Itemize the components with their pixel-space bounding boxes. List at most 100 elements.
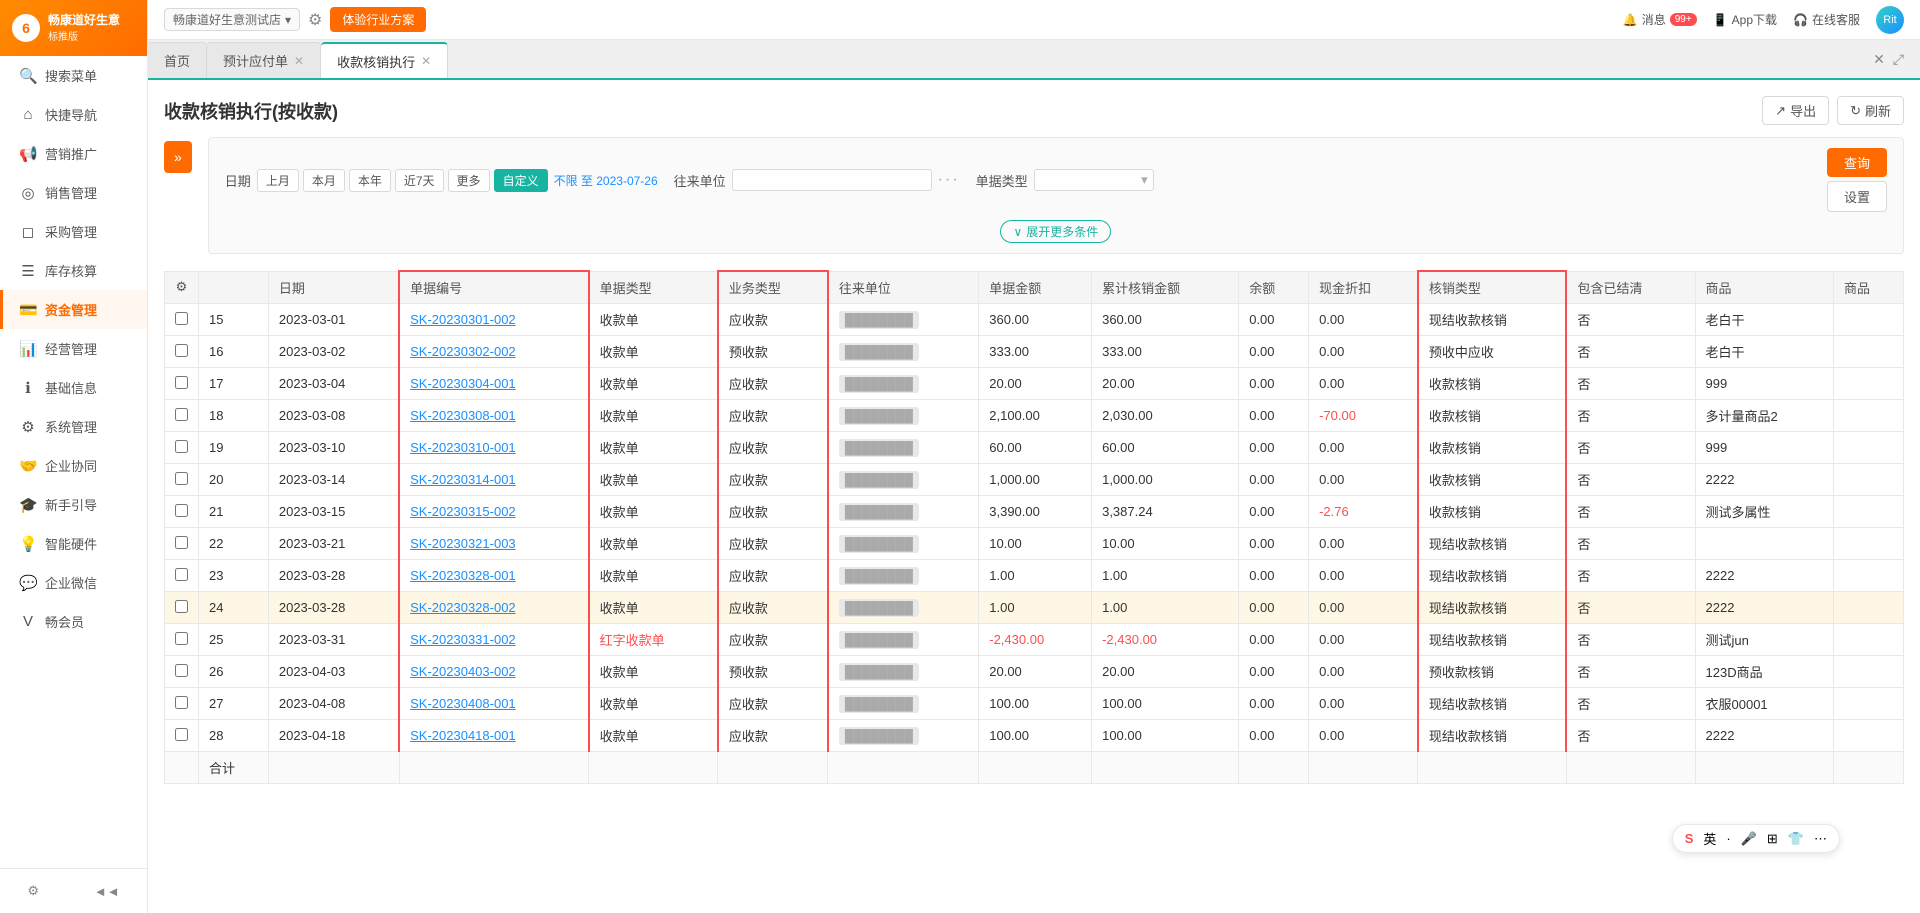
sidebar-item-operation[interactable]: 📊 经营管理 [0, 329, 147, 368]
summary-cell-2 [268, 752, 399, 784]
voucher-link[interactable]: SK-20230331-002 [410, 632, 516, 647]
cell-cash-discount: 0.00 [1309, 432, 1418, 464]
row-checkbox[interactable] [175, 600, 188, 613]
sidebar-item-basic[interactable]: ℹ 基础信息 [0, 368, 147, 407]
cell-checkbox [165, 304, 199, 336]
cell-partner: ████████ [828, 656, 979, 688]
this-year-btn[interactable]: 本年 [349, 169, 391, 192]
row-checkbox[interactable] [175, 536, 188, 549]
sidebar-item-search[interactable]: 🔍 搜索菜单 [0, 56, 147, 95]
cell-partner: ████████ [828, 464, 979, 496]
sidebar-item-system[interactable]: ⚙ 系统管理 [0, 407, 147, 446]
cell-seq: 24 [199, 592, 269, 624]
filter-settings-button[interactable]: 设置 [1827, 181, 1887, 212]
sidebar-item-member[interactable]: V 畅会员 [0, 602, 147, 641]
sidebar-collapse-btn[interactable]: ◄◄ [84, 878, 130, 905]
voucher-link[interactable]: SK-20230418-001 [410, 728, 516, 743]
row-checkbox[interactable] [175, 696, 188, 709]
table-row: 192023-03-10SK-20230310-001收款单应收款███████… [165, 432, 1904, 464]
row-checkbox[interactable] [175, 632, 188, 645]
row-checkbox[interactable] [175, 664, 188, 677]
voucher-link[interactable]: SK-20230408-001 [410, 696, 516, 711]
notification-bell[interactable]: 🔔 消息 99+ [1623, 11, 1697, 28]
voucher-link[interactable]: SK-20230308-001 [410, 408, 516, 423]
app-download-label: App下载 [1732, 11, 1777, 28]
row-checkbox[interactable] [175, 440, 188, 453]
voucher-link[interactable]: SK-20230302-002 [410, 344, 516, 359]
expand-tab-icon[interactable]: ⤢ [1893, 51, 1904, 68]
refresh-icon: ↻ [1850, 103, 1861, 119]
tab-close-pre-apply[interactable]: ✕ [294, 54, 304, 68]
voucher-link[interactable]: SK-20230314-001 [410, 472, 516, 487]
sidebar-item-inventory[interactable]: ☰ 库存核算 [0, 251, 147, 290]
custom-date-btn[interactable]: 自定义 [494, 169, 548, 192]
row-checkbox[interactable] [175, 728, 188, 741]
cell-voucher-type: 收款单 [589, 560, 718, 592]
tab-pre-apply[interactable]: 预计应付单✕ [207, 42, 321, 78]
row-checkbox[interactable] [175, 568, 188, 581]
refresh-button[interactable]: ↻ 刷新 [1837, 96, 1904, 125]
cell-biz-type: 应收款 [718, 560, 828, 592]
row-checkbox[interactable] [175, 344, 188, 357]
cell-cash-discount: 0.00 [1309, 720, 1418, 752]
expand-toggle-btn[interactable]: » [164, 141, 192, 173]
sidebar-label-operation: 经营管理 [45, 339, 97, 358]
sidebar-item-finance[interactable]: 💳 资金管理 [0, 290, 147, 329]
sidebar-item-guide[interactable]: 🎓 新手引导 [0, 485, 147, 524]
close-tab-icon[interactable]: ✕ [1873, 51, 1885, 68]
solution-button[interactable]: 体验行业方案 [330, 7, 426, 32]
voucher-link[interactable]: SK-20230301-002 [410, 312, 516, 327]
sidebar-icon-search: 🔍 [19, 67, 37, 85]
sidebar-icon-finance: 💳 [19, 301, 37, 319]
row-checkbox[interactable] [175, 408, 188, 421]
tab-close-receipt-verify[interactable]: ✕ [421, 54, 431, 68]
last-month-btn[interactable]: 上月 [257, 169, 299, 192]
cell-amount: 1,000.00 [979, 464, 1092, 496]
voucher-link[interactable]: SK-20230403-002 [410, 664, 516, 679]
sidebar-item-purchase[interactable]: ◻ 采购管理 [0, 212, 147, 251]
cell-product2 [1834, 528, 1904, 560]
voucher-link[interactable]: SK-20230304-001 [410, 376, 516, 391]
row-checkbox[interactable] [175, 376, 188, 389]
cell-partner: ████████ [828, 336, 979, 368]
cell-product2 [1834, 624, 1904, 656]
cell-biz-type: 应收款 [718, 368, 828, 400]
sidebar-settings-btn[interactable]: ⚙ [17, 877, 49, 905]
voucher-link[interactable]: SK-20230321-003 [410, 536, 516, 551]
cell-biz-type: 应收款 [718, 432, 828, 464]
sidebar-item-hardware[interactable]: 💡 智能硬件 [0, 524, 147, 563]
cell-amount: -2,430.00 [979, 624, 1092, 656]
user-avatar[interactable]: Rit [1876, 6, 1904, 34]
last-7days-btn[interactable]: 近7天 [395, 169, 444, 192]
row-checkbox[interactable] [175, 472, 188, 485]
cell-voucher-no: SK-20230308-001 [399, 400, 589, 432]
gear-icon[interactable]: ⚙ [308, 10, 322, 30]
sidebar-item-marketing[interactable]: 📢 营销推广 [0, 134, 147, 173]
store-dropdown[interactable]: 畅康道好生意测试店 ▾ [164, 8, 300, 31]
online-service-link[interactable]: 🎧 在线客服 [1793, 11, 1860, 28]
expand-more-btn[interactable]: ∨ 展开更多条件 [1000, 220, 1111, 243]
sidebar-item-wechat[interactable]: 💬 企业微信 [0, 563, 147, 602]
cell-voucher-no: SK-20230331-002 [399, 624, 589, 656]
col-settings[interactable]: ⚙ [165, 271, 199, 304]
tab-home[interactable]: 首页 [148, 42, 207, 78]
export-button[interactable]: ↗ 导出 [1762, 96, 1829, 125]
voucher-link[interactable]: SK-20230310-001 [410, 440, 516, 455]
row-checkbox[interactable] [175, 312, 188, 325]
voucher-link[interactable]: SK-20230328-002 [410, 600, 516, 615]
this-month-btn[interactable]: 本月 [303, 169, 345, 192]
cell-product: 2222 [1695, 464, 1834, 496]
sidebar-item-sales[interactable]: ◎ 销售管理 [0, 173, 147, 212]
row-checkbox[interactable] [175, 504, 188, 517]
voucher-link[interactable]: SK-20230315-002 [410, 504, 516, 519]
voucher-type-select[interactable] [1034, 169, 1154, 191]
partner-input[interactable] [732, 169, 932, 191]
sidebar-item-corp[interactable]: 🤝 企业协同 [0, 446, 147, 485]
more-date-btn[interactable]: 更多 [448, 169, 490, 192]
sidebar-item-shortcut[interactable]: ⌂ 快捷导航 [0, 95, 147, 134]
voucher-link[interactable]: SK-20230328-001 [410, 568, 516, 583]
query-button[interactable]: 查询 [1827, 148, 1887, 177]
logo-sub: 标推版 [48, 28, 120, 43]
app-download-link[interactable]: 📱 App下载 [1713, 11, 1777, 28]
tab-receipt-verify[interactable]: 收款核销执行✕ [321, 42, 448, 78]
